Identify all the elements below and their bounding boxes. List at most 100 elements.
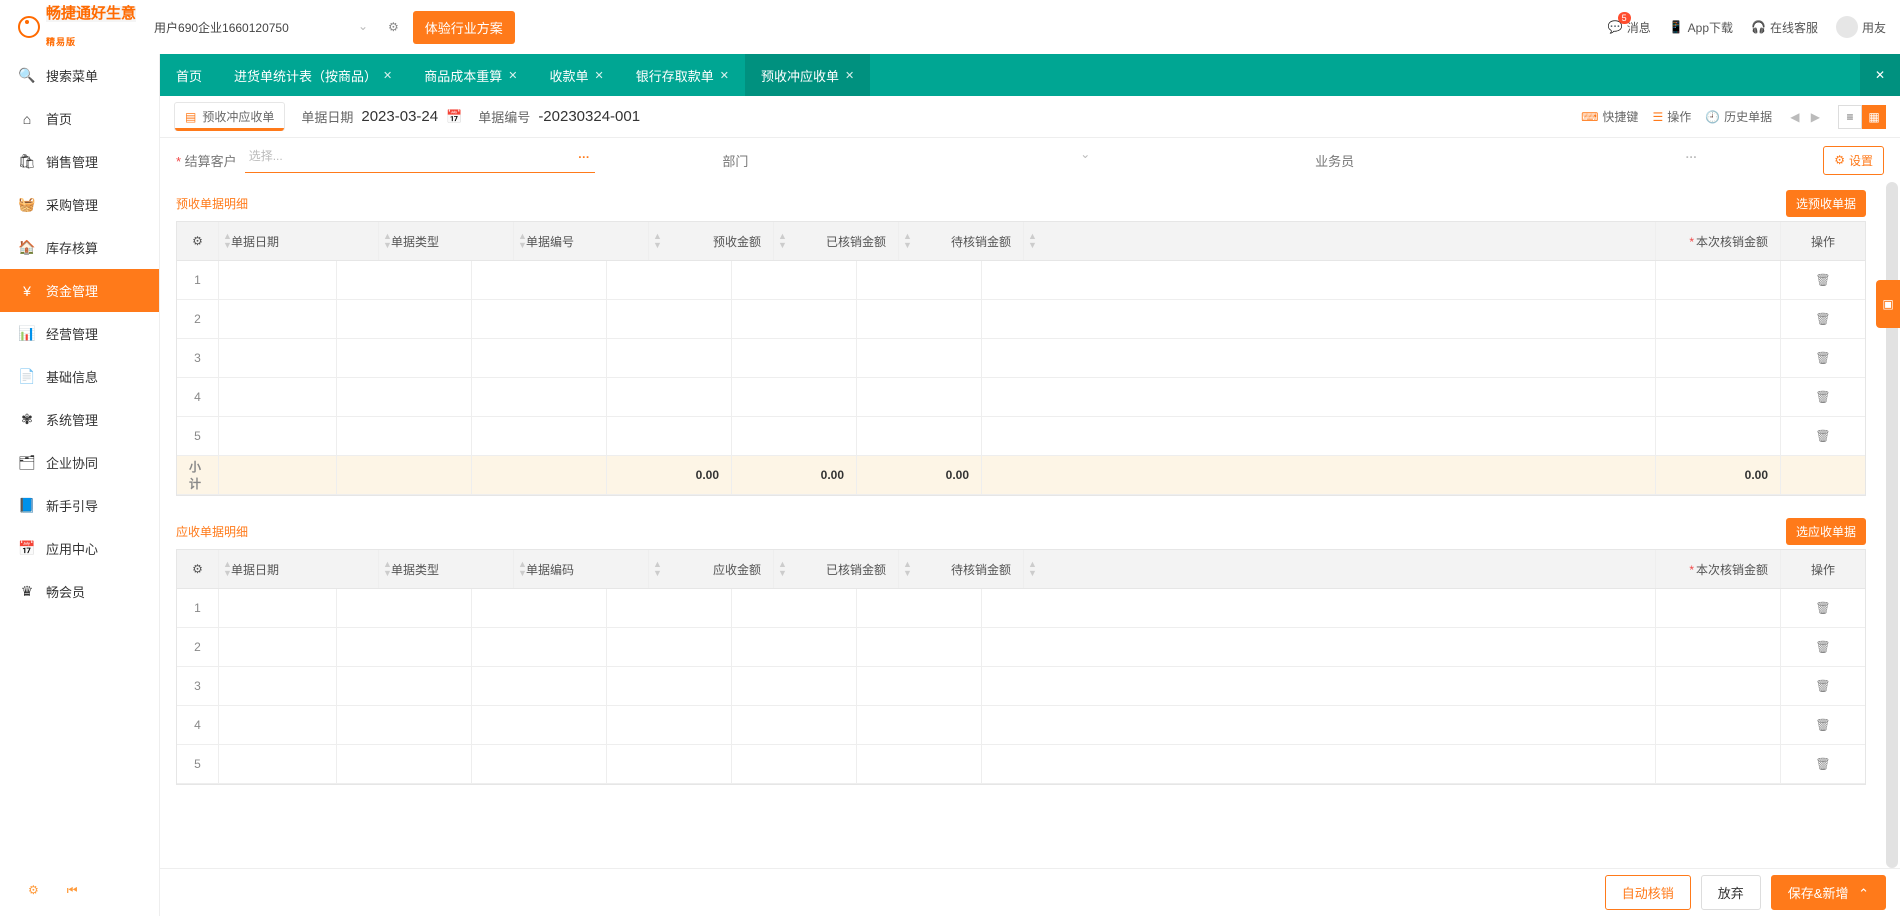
- sidebar-item-collab[interactable]: 🗂企业协同: [0, 441, 159, 484]
- trash-icon[interactable]: 🗑: [1815, 273, 1830, 287]
- auto-writeoff-button[interactable]: 自动核销: [1605, 875, 1691, 910]
- menu-label: 采购管理: [46, 195, 98, 214]
- trash-icon[interactable]: 🗑: [1815, 601, 1830, 615]
- gear-icon[interactable]: ⚙: [388, 20, 399, 34]
- tab-4[interactable]: 银行存取款单✕: [620, 54, 745, 96]
- shortcut-label: 快捷键: [1602, 108, 1638, 125]
- settings-button[interactable]: ⚙ 设置: [1823, 146, 1884, 175]
- close-icon[interactable]: ✕: [383, 69, 392, 82]
- tab-5[interactable]: 预收冲应收单✕: [745, 54, 870, 96]
- enterprise-select[interactable]: 用户690企业1660120750 ⌄: [154, 19, 374, 36]
- trash-icon[interactable]: 🗑: [1815, 312, 1830, 326]
- close-all-tabs[interactable]: ✕: [1860, 54, 1900, 96]
- bill-date-value[interactable]: 2023-03-24: [361, 108, 438, 125]
- tab-2[interactable]: 商品成本重算✕: [408, 54, 533, 96]
- table-row[interactable]: 5🗑: [177, 417, 1865, 456]
- pick-prepay-button[interactable]: 选预收单据: [1786, 190, 1866, 217]
- sidebar-item-operation[interactable]: 📊经营管理: [0, 312, 159, 355]
- customer-placeholder: 选择...: [249, 149, 283, 163]
- th-written-label: 已核销金额: [826, 233, 886, 250]
- trash-icon[interactable]: 🗑: [1815, 718, 1830, 732]
- sidebar-item-home[interactable]: ⌂首页: [0, 97, 159, 140]
- sidebar-item-vip[interactable]: ♛畅会员: [0, 570, 159, 613]
- th-date[interactable]: ▲▼单据日期: [219, 550, 379, 588]
- agent-select[interactable]: …: [1362, 147, 1702, 173]
- sidebar-item-apps[interactable]: 📅应用中心: [0, 527, 159, 570]
- sidebar-item-search[interactable]: 🔍搜索菜单: [0, 54, 159, 97]
- trash-icon[interactable]: 🗑: [1815, 429, 1830, 443]
- side-drawer-toggle[interactable]: ▣: [1876, 280, 1900, 328]
- table-row[interactable]: 1🗑: [177, 261, 1865, 300]
- menu-icon: 🧺: [18, 196, 36, 214]
- sidebar-item-sales[interactable]: 🛍销售管理: [0, 140, 159, 183]
- th-type[interactable]: ▲▼单据类型: [379, 550, 514, 588]
- tab-0[interactable]: 首页: [160, 54, 218, 96]
- customer-select[interactable]: 选择... …: [245, 147, 595, 173]
- close-icon[interactable]: ✕: [595, 69, 604, 82]
- th-date[interactable]: ▲▼单据日期: [219, 222, 379, 260]
- prev-icon[interactable]: ◀: [1786, 110, 1803, 124]
- th-gear[interactable]: ⚙: [177, 550, 219, 588]
- trial-button[interactable]: 体验行业方案: [413, 11, 515, 44]
- th-written[interactable]: ▲▼已核销金额: [774, 550, 899, 588]
- view-list-icon[interactable]: ≡: [1838, 105, 1862, 129]
- th-gear[interactable]: ⚙: [177, 222, 219, 260]
- table-row[interactable]: 1🗑: [177, 589, 1865, 628]
- app-download-link[interactable]: 📱 App下载: [1669, 19, 1733, 36]
- trash-icon[interactable]: 🗑: [1815, 351, 1830, 365]
- service-link[interactable]: 🎧 在线客服: [1751, 19, 1818, 36]
- close-icon[interactable]: ✕: [720, 69, 729, 82]
- th-type[interactable]: ▲▼单据类型: [379, 222, 514, 260]
- user-menu[interactable]: 用友: [1836, 16, 1886, 38]
- close-icon[interactable]: ✕: [845, 69, 854, 82]
- th-pending[interactable]: ▲▼待核销金额: [899, 550, 1024, 588]
- th-thistime[interactable]: 本次核销金额: [1656, 222, 1781, 260]
- tab-3[interactable]: 收款单✕: [533, 54, 619, 96]
- close-icon[interactable]: ✕: [508, 69, 517, 82]
- sidebar-item-system[interactable]: ✾系统管理: [0, 398, 159, 441]
- th-written[interactable]: ▲▼已核销金额: [774, 222, 899, 260]
- next-icon[interactable]: ▶: [1807, 110, 1824, 124]
- table-row[interactable]: 4🗑: [177, 378, 1865, 417]
- trash-icon[interactable]: 🗑: [1815, 390, 1830, 404]
- th-num[interactable]: ▲▼单据编码: [514, 550, 649, 588]
- table-row[interactable]: 3🗑: [177, 667, 1865, 706]
- calendar-icon[interactable]: 📅: [446, 109, 462, 125]
- discard-button[interactable]: 放弃: [1701, 875, 1761, 910]
- trash-icon[interactable]: 🗑: [1815, 679, 1830, 693]
- th-preamount[interactable]: ▲▼预收金额: [649, 222, 774, 260]
- sidebar-item-basic[interactable]: 📄基础信息: [0, 355, 159, 398]
- th-recvamount[interactable]: ▲▼应收金额: [649, 550, 774, 588]
- settings-icon[interactable]: ⚙: [28, 883, 39, 898]
- th-thistime[interactable]: 本次核销金额: [1656, 550, 1781, 588]
- save-new-button[interactable]: 保存&新增 ⌃: [1771, 875, 1886, 910]
- avatar-icon: [1836, 16, 1858, 38]
- menu-label: 首页: [46, 109, 72, 128]
- table-row[interactable]: 2🗑: [177, 300, 1865, 339]
- th-num-label: 单据编号: [526, 233, 574, 250]
- shortcut-link[interactable]: ⌨快捷键: [1581, 108, 1638, 125]
- dept-select[interactable]: ⌄: [756, 147, 1096, 173]
- trash-icon[interactable]: 🗑: [1815, 757, 1830, 771]
- row-index: 1: [177, 589, 219, 627]
- collapse-icon[interactable]: ⏮: [67, 883, 78, 898]
- trash-icon[interactable]: 🗑: [1815, 640, 1830, 654]
- table-row[interactable]: 4🗑: [177, 706, 1865, 745]
- pick-receivable-button[interactable]: 选应收单据: [1786, 518, 1866, 545]
- th-num[interactable]: ▲▼单据编号: [514, 222, 649, 260]
- table-row[interactable]: 3🗑: [177, 339, 1865, 378]
- menu-icon: 📄: [18, 368, 36, 386]
- sidebar-item-inventory[interactable]: 🏠库存核算: [0, 226, 159, 269]
- sidebar-item-guide[interactable]: 📘新手引导: [0, 484, 159, 527]
- th-pending[interactable]: ▲▼待核销金额: [899, 222, 1024, 260]
- more-icon: …: [1685, 147, 1698, 161]
- operate-link[interactable]: ☰操作: [1652, 108, 1691, 125]
- tab-1[interactable]: 进货单统计表（按商品）✕: [218, 54, 408, 96]
- history-link[interactable]: 🕘历史单据: [1705, 108, 1772, 125]
- view-detail-icon[interactable]: ▦: [1862, 105, 1886, 129]
- sidebar-item-funds[interactable]: ¥资金管理: [0, 269, 159, 312]
- table-row[interactable]: 2🗑: [177, 628, 1865, 667]
- messages-link[interactable]: 💬 消息: [1608, 19, 1651, 36]
- sidebar-item-purchase[interactable]: 🧺 采购管理: [0, 183, 159, 226]
- table-row[interactable]: 5🗑: [177, 745, 1865, 784]
